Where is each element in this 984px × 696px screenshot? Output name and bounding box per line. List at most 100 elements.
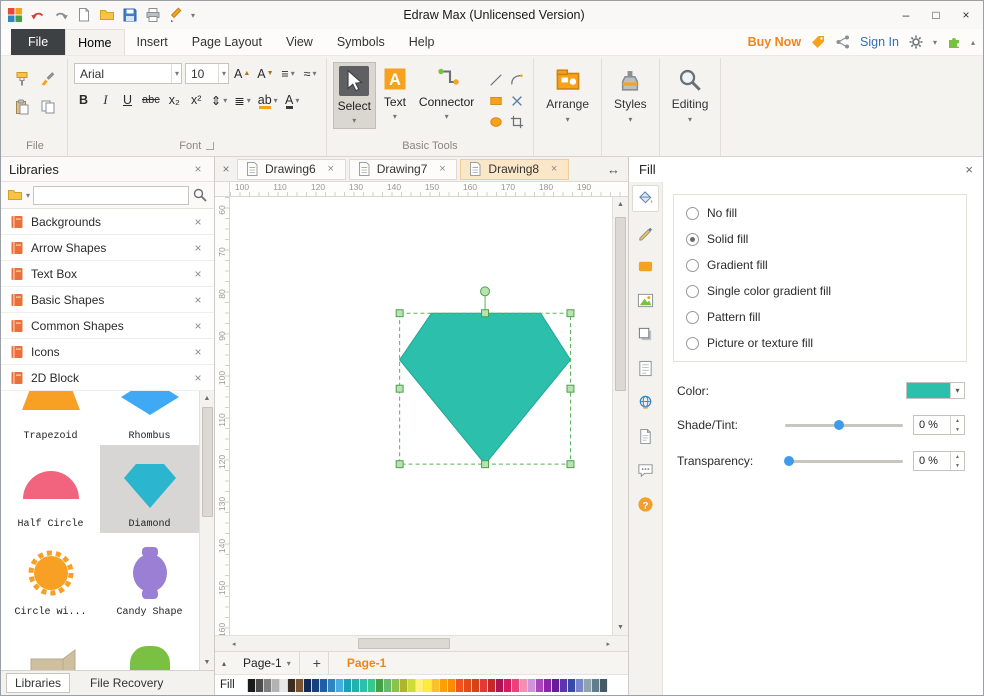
shape-circle-wi[interactable]: Circle wi... [1,533,100,621]
shape-trapezoid[interactable]: Trapezoid [1,391,100,445]
picture-icon[interactable] [632,287,659,314]
diamond-shape[interactable] [399,312,572,465]
chevron-down-icon[interactable]: ▾ [26,191,30,200]
color-swatch[interactable] [358,678,368,692]
color-swatch[interactable] [510,678,520,692]
add-page-button[interactable]: + [306,652,329,674]
library-item-backgrounds[interactable]: Backgrounds × [1,209,214,235]
crop-tool-icon[interactable] [510,115,524,129]
underline-button[interactable]: U [118,90,137,110]
radio-button[interactable] [686,336,699,350]
editing-button[interactable]: Editing ▾ [672,60,708,124]
italic-button[interactable]: I [96,90,115,110]
page-layout-icon[interactable] [632,355,659,382]
close-document-icon[interactable]: × [218,162,234,176]
text-tool-button[interactable]: A Text ▾ [376,62,414,125]
arc-tool-icon[interactable] [510,73,524,87]
settings-dropdown-icon[interactable]: ▾ [933,38,937,47]
styles-button[interactable]: Styles ▾ [614,60,647,124]
rotation-handle[interactable] [480,286,491,297]
chevron-down-icon[interactable]: ▾ [950,383,964,398]
shape-block-tan[interactable] [1,621,100,670]
bold-button[interactable]: B [74,90,93,110]
color-swatch[interactable] [598,678,608,692]
open-file-button[interactable] [99,7,115,23]
fill-option-pattern-fill[interactable]: Pattern fill [686,304,954,330]
font-family-select[interactable]: Arial ▾ [74,63,182,84]
library-item-2d-block[interactable]: 2D Block × [1,365,214,391]
undo-button[interactable] [30,7,46,23]
buy-now-link[interactable]: Buy Now [748,35,801,49]
tab-view[interactable]: View [274,29,325,55]
radio-button[interactable] [686,310,699,324]
help-icon[interactable]: ? [632,491,659,518]
close-icon[interactable]: × [190,215,206,229]
scroll-down-icon[interactable]: ▼ [617,621,624,634]
transparency-slider[interactable] [783,455,903,466]
color-swatch[interactable] [462,678,472,692]
library-item-arrow-shapes[interactable]: Arrow Shapes × [1,235,214,261]
color-swatch[interactable] [350,678,360,692]
superscript-button[interactable]: x² [187,90,206,110]
tab-help[interactable]: Help [397,29,447,55]
connector-tool-button[interactable]: Connector ▾ [414,62,479,125]
fill-option-no-fill[interactable]: No fill [686,200,954,226]
color-swatch[interactable] [582,678,592,692]
line-format-icon[interactable] [632,219,659,246]
tab-file[interactable]: File [11,29,66,55]
library-item-icons[interactable]: Icons × [1,339,214,365]
quick-style-icon[interactable] [632,253,659,280]
fill-option-gradient-fill[interactable]: Gradient fill [686,252,954,278]
color-swatch[interactable] [278,678,288,692]
shade-slider[interactable] [785,419,903,430]
color-swatch[interactable] [262,678,272,692]
license-icon[interactable] [810,34,826,50]
color-swatch[interactable] [590,678,600,692]
color-swatch[interactable] [286,678,296,692]
tab-file-recovery[interactable]: File Recovery [82,674,171,692]
search-icon[interactable] [192,187,208,203]
decrease-font-button[interactable]: A ▼ [255,64,275,84]
tab-symbols[interactable]: Symbols [325,29,397,55]
close-icon[interactable]: × [190,371,206,385]
close-icon[interactable]: × [546,163,562,175]
close-icon[interactable]: × [323,163,339,175]
color-swatch[interactable] [239,678,248,692]
color-swatch[interactable] [270,678,280,692]
shape-half-circle[interactable]: Half Circle [1,445,100,533]
color-swatch[interactable] [526,678,536,692]
color-swatch[interactable] [454,678,464,692]
tab-home[interactable]: Home [65,29,125,55]
close-icon[interactable]: × [190,241,206,255]
color-swatch[interactable] [398,678,408,692]
color-swatch[interactable] [478,678,488,692]
increase-font-button[interactable]: A ▲ [232,64,252,84]
color-swatch[interactable] [406,678,416,692]
shape-gallery-scrollbar[interactable]: ▲ ▼ [199,391,214,670]
spin-up-icon[interactable]: ▲ [951,416,964,425]
color-swatch[interactable] [494,678,504,692]
slider-thumb[interactable] [834,419,845,430]
color-swatch[interactable] [246,678,256,692]
tab-page-layout[interactable]: Page Layout [180,29,274,55]
text-effects-button[interactable]: ≈ ▾ [301,64,320,84]
brush-icon[interactable] [40,71,56,87]
color-swatch[interactable] [422,678,432,692]
ellipse-tool-icon[interactable] [489,115,503,129]
minimize-button[interactable]: – [891,4,921,26]
style-tool-button[interactable] [168,7,184,23]
shape-rhombus[interactable]: Rhombus [100,391,199,445]
collapse-page-bar-icon[interactable]: ▴ [219,659,229,668]
highlight-button[interactable]: ab ▾ [256,90,280,110]
color-swatch[interactable] [390,678,400,692]
radio-button[interactable] [686,284,699,298]
font-dialog-launcher-icon[interactable] [206,142,215,150]
fill-format-icon[interactable] [632,185,659,212]
tab-insert[interactable]: Insert [125,29,180,55]
select-tool-button[interactable]: Select ▾ [332,62,376,129]
sign-in-link[interactable]: Sign In [860,35,899,49]
scrollbar-thumb[interactable] [201,407,213,517]
color-swatch[interactable] [907,383,950,398]
color-picker[interactable]: ▾ [906,382,965,399]
fill-option-picture-or-texture-fill[interactable]: Picture or texture fill [686,330,954,356]
